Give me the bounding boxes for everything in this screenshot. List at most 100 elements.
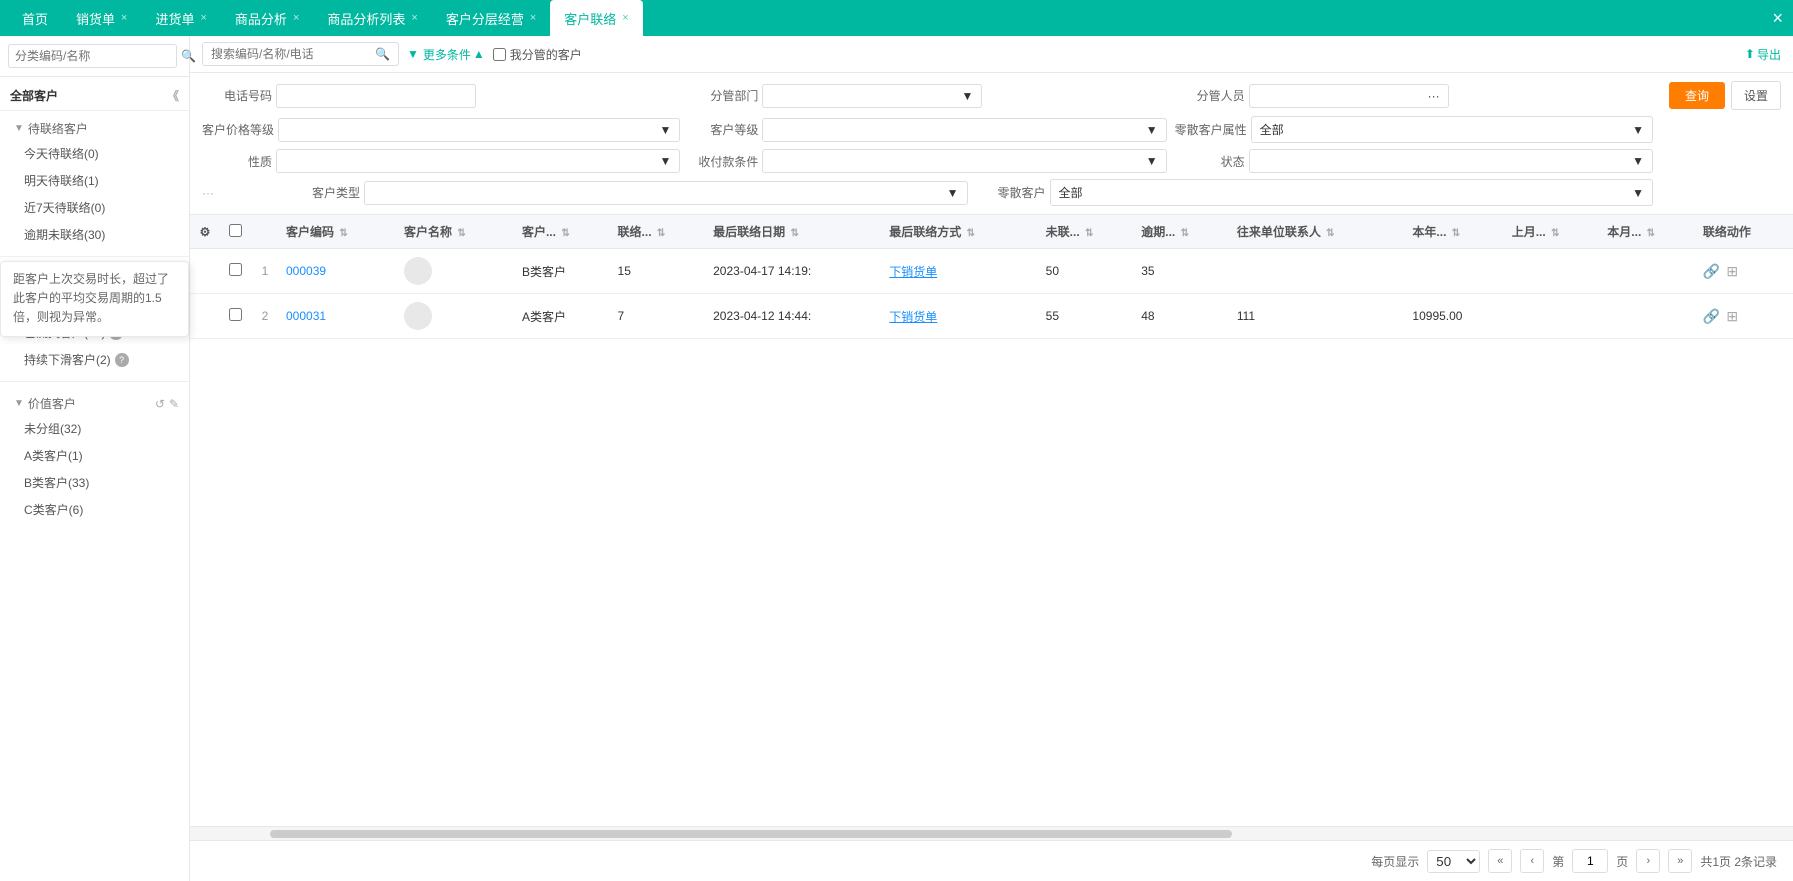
row-actions-0: 🔗 ⊞: [1697, 249, 1793, 294]
settings-button[interactable]: 设置: [1731, 81, 1781, 110]
section-title-value[interactable]: ▼ 价值客户 ↺ ✎: [0, 390, 189, 415]
horizontal-scrollbar[interactable]: [190, 826, 1793, 840]
filter-more-conditions[interactable]: ▼ 更多条件 ▲: [407, 46, 485, 63]
col-overdue[interactable]: 逾期... ⇅: [1135, 215, 1231, 249]
filter-price-tier: 客户价格等级 ▼: [202, 118, 680, 142]
col-this-month[interactable]: 本月... ⇅: [1601, 215, 1697, 249]
nav-customer-contact[interactable]: 客户联络 ×: [550, 0, 642, 36]
section-value-customers: ▼ 价值客户 ↺ ✎ 未分组(32) A类客户(1) B类客户(33) C类客户…: [0, 386, 189, 527]
col-code[interactable]: 客户编码 ⇅: [280, 215, 398, 249]
first-page-button[interactable]: «: [1488, 849, 1512, 873]
nav-product-analysis[interactable]: 商品分析 ×: [221, 0, 313, 36]
select-all-checkbox[interactable]: [229, 224, 242, 237]
nav-close-contact[interactable]: ×: [622, 12, 628, 24]
nav-close-analysis[interactable]: ×: [293, 12, 299, 24]
filter-payment: 收付款条件 ▼: [688, 149, 1166, 173]
row-num-1: 2: [250, 294, 280, 339]
col-last-contact-method[interactable]: 最后联络方式 ⇅: [883, 215, 1039, 249]
row-settings-1: [190, 294, 220, 339]
section-arrow-pending: ▼: [14, 123, 24, 134]
col-last-month[interactable]: 上月... ⇅: [1506, 215, 1602, 249]
col-settings[interactable]: ⚙: [190, 215, 220, 249]
col-customer-type[interactable]: 客户... ⇅: [516, 215, 612, 249]
section-arrow-value: ▼: [14, 398, 24, 409]
edit-icon-value[interactable]: ✎: [169, 397, 179, 411]
divider-1: [0, 256, 189, 257]
my-customers-checkbox[interactable]: [493, 48, 506, 61]
row-last-method-0[interactable]: 下销货单: [883, 249, 1039, 294]
table-body: 1 000039 B类客户 15 2023-04-17 14:19: 下销货单 …: [190, 249, 1793, 339]
row-code-1[interactable]: 000031: [280, 294, 398, 339]
refresh-icon-value[interactable]: ↺: [155, 397, 165, 411]
row-name-1[interactable]: [398, 294, 516, 339]
sidebar-search-input[interactable]: [8, 44, 177, 68]
nav-product-analysis-list[interactable]: 商品分析列表 ×: [313, 0, 431, 36]
retail-attr-select[interactable]: 全部 ▼: [1251, 116, 1653, 143]
last-page-button[interactable]: »: [1668, 849, 1692, 873]
col-uncontacted[interactable]: 未联... ⇅: [1040, 215, 1136, 249]
total-records: 共1页 2条记录: [1700, 853, 1777, 870]
next-page-button[interactable]: ›: [1636, 849, 1660, 873]
per-page-select[interactable]: 50 100: [1427, 850, 1480, 873]
nav-home[interactable]: 首页: [8, 0, 62, 36]
tree-item-class-b[interactable]: B类客户(33): [0, 469, 189, 496]
status-select[interactable]: ▼: [1249, 149, 1653, 173]
nav-close-tier[interactable]: ×: [530, 12, 536, 24]
tree-item-7days[interactable]: 近7天待联络(0): [0, 194, 189, 221]
filter-row-1: 电话号码 分管部门 ▼ 分管人员 ···: [202, 81, 1781, 110]
col-checkbox[interactable]: [220, 215, 250, 249]
all-customers-label[interactable]: 全部客户: [10, 87, 58, 104]
tree-item-today[interactable]: 今天待联络(0): [0, 140, 189, 167]
tree-item-class-a[interactable]: A类客户(1): [0, 442, 189, 469]
my-customers-filter[interactable]: 我分管的客户: [493, 46, 582, 63]
payment-select[interactable]: ▼: [762, 149, 1166, 173]
row-last-method-1[interactable]: 下销货单: [883, 294, 1039, 339]
action-more-0[interactable]: ⊞: [1726, 263, 1738, 280]
tree-item-declining[interactable]: 持续下滑客户(2) ?: [0, 346, 189, 373]
table-header: ⚙ 客户编码 ⇅ 客户名称 ⇅ 客户... ⇅ 联络... ⇅ 最后联络日期 ⇅…: [190, 215, 1793, 249]
nav-close-purchase[interactable]: ×: [200, 12, 206, 24]
row-checkbox-1[interactable]: [220, 294, 250, 339]
export-button[interactable]: ⬆ 导出: [1745, 46, 1781, 63]
prev-page-button[interactable]: ‹: [1520, 849, 1544, 873]
col-this-year[interactable]: 本年... ⇅: [1406, 215, 1505, 249]
row-name-0[interactable]: [398, 249, 516, 294]
nav-customer-tier[interactable]: 客户分层经营 ×: [432, 0, 550, 36]
tree-item-tomorrow[interactable]: 明天待联络(1): [0, 167, 189, 194]
window-close-button[interactable]: ×: [1772, 9, 1783, 27]
section-title-pending[interactable]: ▼ 待联络客户: [0, 115, 189, 140]
customer-tier-select[interactable]: ▼: [762, 118, 1166, 142]
dept-select[interactable]: ▼: [762, 84, 982, 108]
nav-close-analysis-list[interactable]: ×: [411, 12, 417, 24]
filter-search-input[interactable]: [211, 47, 371, 61]
nav-purchase-order[interactable]: 进货单 ×: [141, 0, 220, 36]
tree-item-unclassified[interactable]: 未分组(32): [0, 415, 189, 442]
col-contact-count[interactable]: 联络... ⇅: [612, 215, 708, 249]
filter-search-icon[interactable]: 🔍: [375, 47, 390, 61]
sidebar-search-icon[interactable]: 🔍: [181, 49, 196, 63]
col-unit-contact[interactable]: 往来单位联系人 ⇅: [1231, 215, 1407, 249]
action-more-1[interactable]: ⊞: [1726, 308, 1738, 325]
filter-more-dots[interactable]: ···: [202, 186, 214, 200]
customer-type-select[interactable]: ▼: [364, 181, 968, 205]
nav-close-sales[interactable]: ×: [121, 12, 127, 24]
query-button[interactable]: 查询: [1669, 82, 1725, 109]
action-link-1[interactable]: 🔗: [1703, 308, 1720, 325]
price-tier-select[interactable]: ▼: [278, 118, 680, 142]
sidebar-collapse-icon[interactable]: 《: [167, 87, 179, 104]
col-num: [250, 215, 280, 249]
scrollbar-thumb[interactable]: [270, 830, 1232, 838]
action-link-0[interactable]: 🔗: [1703, 263, 1720, 280]
tree-item-overdue[interactable]: 逾期未联络(30): [0, 221, 189, 248]
page-input[interactable]: [1572, 849, 1608, 873]
retail-customer-select[interactable]: 全部 ▼: [1050, 179, 1654, 206]
nav-sales-order[interactable]: 销货单 ×: [62, 0, 141, 36]
col-name[interactable]: 客户名称 ⇅: [398, 215, 516, 249]
phone-input[interactable]: [276, 84, 476, 108]
manager-select[interactable]: ···: [1249, 84, 1449, 108]
tree-item-class-c[interactable]: C类客户(6): [0, 496, 189, 523]
row-checkbox-0[interactable]: [220, 249, 250, 294]
col-last-contact-date[interactable]: 最后联络日期 ⇅: [707, 215, 883, 249]
nature-select[interactable]: ▼: [276, 149, 680, 173]
row-code-0[interactable]: 000039: [280, 249, 398, 294]
